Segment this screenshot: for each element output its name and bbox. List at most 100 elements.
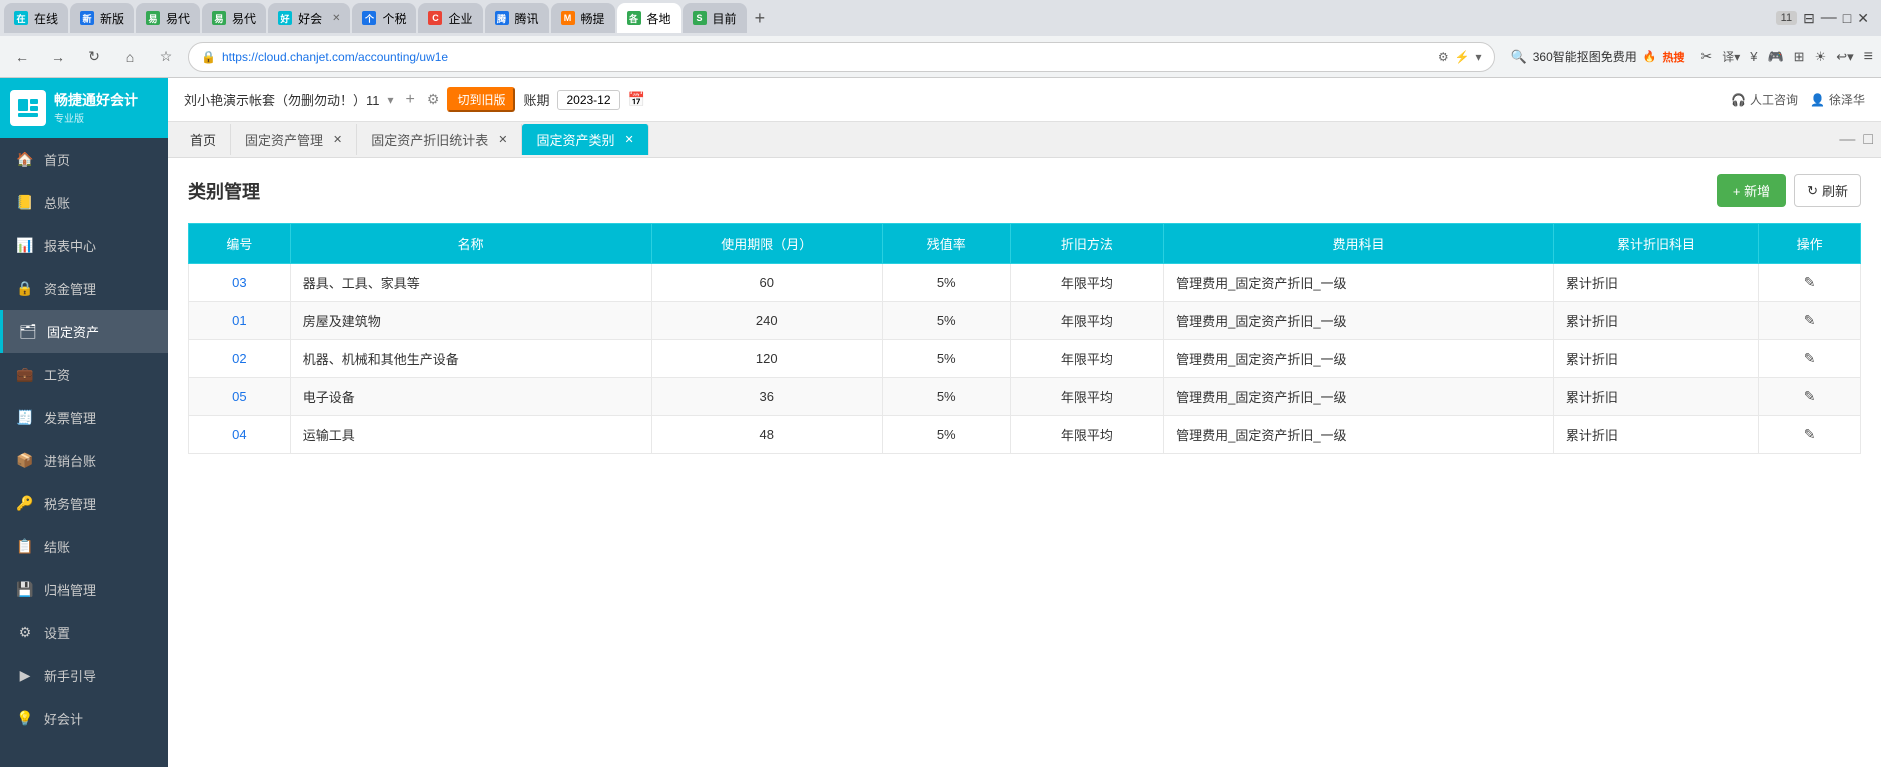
browser-menu-icon[interactable]: ≡: [1864, 48, 1873, 66]
cell-residual-2: 5%: [882, 340, 1010, 378]
sidebar-label-fixed-assets: 固定资产: [47, 322, 99, 341]
cell-residual-1: 5%: [882, 302, 1010, 340]
company-dropdown-icon[interactable]: ▾: [388, 93, 394, 107]
sidebar-item-fixed-assets[interactable]: 🗂 固定资产: [0, 310, 168, 353]
invoice-icon: 🧾: [16, 409, 34, 427]
page-tab-depreciation[interactable]: 固定资产折旧统计表 ✕: [357, 124, 522, 155]
page-tab-category-label: 固定资产类别: [536, 130, 614, 149]
page-tab-fixed-mgmt[interactable]: 固定资产管理 ✕: [231, 124, 357, 155]
maximize-icon[interactable]: □: [1843, 10, 1851, 26]
address-bar: ← → ↻ ⌂ ☆ 🔒 https://cloud.chanjet.com/ac…: [0, 36, 1881, 78]
browser-tab-4[interactable]: 易 易代: [202, 3, 266, 33]
cell-action-2[interactable]: ✎: [1759, 340, 1861, 378]
browser-tab-10[interactable]: 各 各地: [617, 3, 681, 33]
browser-tab-5[interactable]: 好 好会 ✕: [268, 3, 350, 33]
browser-tab-2[interactable]: 新 新版: [70, 3, 134, 33]
add-company-icon[interactable]: +: [406, 91, 415, 109]
sidebar-item-reports[interactable]: 📊 报表中心: [0, 224, 168, 267]
favicon-6: 个: [362, 11, 376, 25]
favicon-1: 在: [14, 11, 28, 25]
browser-tab-3[interactable]: 易 易代: [136, 3, 200, 33]
close-window-icon[interactable]: ✕: [1857, 10, 1869, 27]
close-tab-fixed-mgmt-icon[interactable]: ✕: [333, 133, 342, 146]
sidebar-item-guide[interactable]: ▶ 新手引导: [0, 654, 168, 697]
browser-tab-6[interactable]: 个 个税: [352, 3, 416, 33]
undo-icon[interactable]: ↩▾: [1836, 49, 1853, 65]
edit-icon-4[interactable]: ✎: [1804, 426, 1816, 442]
close-tab-depreciation-icon[interactable]: ✕: [498, 133, 507, 146]
home-button[interactable]: ⌂: [116, 43, 144, 71]
page-tab-home[interactable]: 首页: [176, 124, 231, 155]
sidebar-item-archive[interactable]: 💾 归档管理: [0, 568, 168, 611]
browser-tab-1[interactable]: 在 在线: [4, 3, 68, 33]
add-button[interactable]: + 新增: [1717, 174, 1786, 207]
tab-menu-icon[interactable]: ⊟: [1803, 10, 1815, 27]
cell-accumulated-2: 累计折旧: [1553, 340, 1758, 378]
user-profile-button[interactable]: 👤 徐泽华: [1810, 91, 1865, 108]
translate-icon[interactable]: 译▾: [1722, 48, 1740, 65]
add-tab-button[interactable]: +: [749, 8, 772, 29]
tab-label-8: 腾讯: [515, 10, 539, 27]
close-tab-5-icon[interactable]: ✕: [332, 13, 340, 24]
sidebar-item-closing[interactable]: 📋 结账: [0, 525, 168, 568]
browser-tab-11[interactable]: S 目前: [683, 3, 747, 33]
col-action: 操作: [1759, 224, 1861, 264]
sidebar-item-home[interactable]: 🏠 首页: [0, 138, 168, 181]
hot-search-text: 热搜: [1662, 49, 1684, 65]
maximize-window-icon[interactable]: □: [1863, 131, 1873, 149]
sidebar-item-settings[interactable]: ⚙ 设置: [0, 611, 168, 654]
browser-tab-9[interactable]: M 畅提: [551, 3, 615, 33]
sidebar-item-payroll[interactable]: 💼 工资: [0, 353, 168, 396]
favicon-7: C: [428, 11, 442, 25]
minimize-window-icon[interactable]: —: [1839, 131, 1855, 149]
bookmark-button[interactable]: ☆: [152, 43, 180, 71]
sidebar-item-inout[interactable]: 📦 进销台账: [0, 439, 168, 482]
forward-button[interactable]: →: [44, 43, 72, 71]
sidebar-item-tax[interactable]: 🔑 税务管理: [0, 482, 168, 525]
url-dropdown-icon[interactable]: ▾: [1476, 50, 1482, 64]
edit-icon-0[interactable]: ✎: [1804, 274, 1816, 290]
service-button[interactable]: 🎧 人工咨询: [1731, 91, 1798, 108]
period-value[interactable]: 2023-12: [557, 90, 619, 110]
closing-icon: 📋: [16, 538, 34, 556]
edit-icon-2[interactable]: ✎: [1804, 350, 1816, 366]
calendar-icon[interactable]: 📅: [628, 91, 645, 108]
refresh-button[interactable]: ↻ 刷新: [1794, 174, 1861, 207]
grid-icon[interactable]: ⊞: [1794, 49, 1805, 65]
brightness-icon[interactable]: ☀: [1815, 49, 1827, 65]
currency-icon[interactable]: ¥: [1750, 49, 1757, 64]
game-icon[interactable]: 🎮: [1767, 49, 1783, 65]
switch-version-button[interactable]: 切到旧版: [447, 87, 515, 112]
edit-icon-3[interactable]: ✎: [1804, 388, 1816, 404]
sidebar-item-invoice[interactable]: 🧾 发票管理: [0, 396, 168, 439]
cell-action-1[interactable]: ✎: [1759, 302, 1861, 340]
cell-residual-3: 5%: [882, 378, 1010, 416]
search-text: 360智能抠图免费用: [1533, 48, 1637, 65]
sidebar-item-funds[interactable]: 🔒 资金管理: [0, 267, 168, 310]
edit-icon-1[interactable]: ✎: [1804, 312, 1816, 328]
archive-icon: 💾: [16, 581, 34, 599]
browser-tab-8[interactable]: 腾 腾讯: [485, 3, 549, 33]
page-tab-category[interactable]: 固定资产类别 ✕: [522, 124, 648, 155]
guide-icon: ▶: [16, 667, 34, 685]
back-button[interactable]: ←: [8, 43, 36, 71]
top-bar-left: 刘小艳演示帐套（勿删勿动！）11 ▾ + ⚙ 切到旧版 账期 2023-12 📅: [184, 87, 645, 112]
browser-tab-7[interactable]: C 企业: [418, 3, 482, 33]
close-tab-category-icon[interactable]: ✕: [625, 133, 634, 146]
col-name: 名称: [290, 224, 651, 264]
url-bar[interactable]: 🔒 https://cloud.chanjet.com/accounting/u…: [188, 42, 1495, 72]
cell-action-3[interactable]: ✎: [1759, 378, 1861, 416]
cut-icon[interactable]: ✂: [1700, 48, 1712, 65]
cell-period-4: 48: [651, 416, 882, 454]
cell-accumulated-3: 累计折旧: [1553, 378, 1758, 416]
cell-action-4[interactable]: ✎: [1759, 416, 1861, 454]
sidebar-item-help[interactable]: 💡 好会计: [0, 697, 168, 740]
settings-topbar-icon[interactable]: ⚙: [427, 91, 440, 108]
minimize-icon[interactable]: —: [1821, 9, 1837, 27]
cell-action-0[interactable]: ✎: [1759, 264, 1861, 302]
site-settings-icon[interactable]: ⚙: [1438, 50, 1449, 64]
browser-chrome: 在 在线 新 新版 易 易代 易 易代 好 好会 ✕ 个 个税 C 企业 腾: [0, 0, 1881, 78]
sidebar-item-ledger[interactable]: 📒 总账: [0, 181, 168, 224]
extensions-icon[interactable]: ⚡: [1455, 50, 1470, 64]
reload-button[interactable]: ↻: [80, 43, 108, 71]
